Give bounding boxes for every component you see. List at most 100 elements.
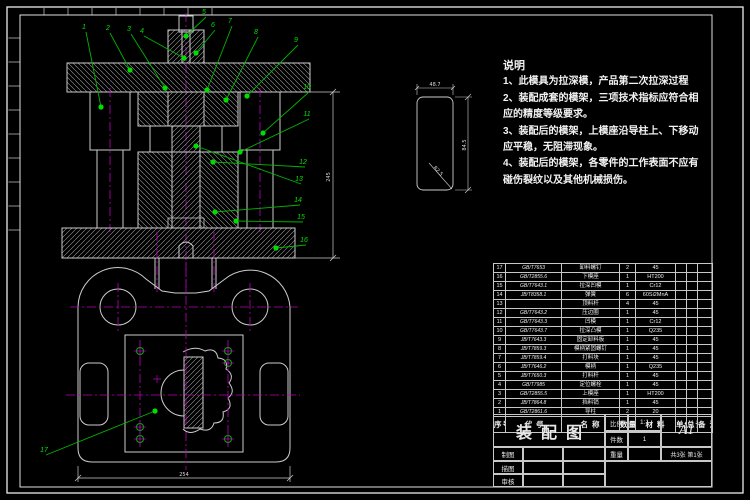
section-view: 245 — [62, 13, 340, 293]
parts-cell: 顶料杆 — [562, 300, 620, 309]
balloon-number: 15 — [297, 214, 305, 221]
svg-text:245: 245 — [326, 172, 332, 182]
parts-cell — [676, 318, 687, 327]
svg-text:R2.5: R2.5 — [432, 165, 444, 177]
parts-cell — [676, 345, 687, 354]
clamp-slot-right — [260, 363, 288, 425]
parts-cell: 卸料螺钉 — [562, 264, 620, 273]
sheet-size: A1 — [661, 414, 712, 447]
parts-cell — [676, 273, 687, 282]
parts-cell — [698, 354, 713, 363]
title-block: 装配图 比例 1:1 A1 件数 1 制图 重量 共3张 第1张 描图 审核 — [493, 414, 712, 487]
scale-value: 1:1 — [628, 414, 661, 431]
notes-title: 说明 — [503, 58, 711, 74]
parts-row: 5JB/T7650.3打料杆145 — [494, 372, 713, 381]
parts-cell — [698, 399, 713, 408]
parts-cell: Cr12 — [636, 318, 676, 327]
note-line: 4、装配后的模架，各零件的工作表面不应有 — [503, 156, 711, 172]
parts-cell — [687, 300, 698, 309]
parts-row: 6JB/T7646.2模柄1Q235 — [494, 363, 713, 372]
leader-dot — [223, 97, 228, 102]
parts-cell: 1 — [620, 336, 636, 345]
parts-cell — [687, 273, 698, 282]
parts-cell — [676, 336, 687, 345]
parts-cell — [698, 372, 713, 381]
checked-label: 审核 — [493, 474, 523, 487]
section-height-dimension: 245 — [295, 89, 340, 261]
parts-row: 11GB/T7643.3凹模1Cr12 — [494, 318, 713, 327]
parts-cell: JB/T8358.1 — [506, 291, 562, 300]
parts-cell — [698, 381, 713, 390]
parts-cell: 压边圈 — [562, 309, 620, 318]
leader-dot — [193, 143, 198, 148]
parts-cell: 60Si2MnA — [636, 291, 676, 300]
parts-cell — [698, 309, 713, 318]
parts-cell: GB/T7643.3 — [506, 318, 562, 327]
note-line: 1、此模具为拉深模，产品第二次拉深过程 — [503, 74, 711, 90]
leader-line — [263, 92, 309, 133]
parts-cell: 打料块 — [562, 354, 620, 363]
parts-cell: 2 — [494, 399, 506, 408]
parts-cell: JB/T7864.8 — [506, 399, 562, 408]
parts-cell — [676, 372, 687, 381]
parts-cell: 模柄紧固螺钉 — [562, 345, 620, 354]
parts-cell: 45 — [636, 399, 676, 408]
parts-row: 16GB/T2855.6下模座1HT200 — [494, 273, 713, 282]
drawn-name-cell — [523, 447, 563, 461]
parts-cell — [676, 399, 687, 408]
parts-cell: JB/T7643.3 — [506, 336, 562, 345]
leader-line — [236, 221, 303, 222]
balloon-number: 1 — [82, 24, 86, 31]
parts-cell: Q235 — [636, 327, 676, 336]
parts-cell — [687, 354, 698, 363]
note-line: 2、装配成套的模架，三项技术指标应符合相 — [503, 91, 711, 107]
parts-cell: HT200 — [636, 390, 676, 399]
clamp-slot-left — [80, 363, 108, 425]
parts-row: 4GB/T7985定位螺栓145 — [494, 381, 713, 390]
leader-dot — [212, 209, 217, 214]
parts-row: 12GB/T7643.2压边圈145 — [494, 309, 713, 318]
parts-cell: 定位螺栓 — [562, 381, 620, 390]
parts-cell: 14 — [494, 291, 506, 300]
parts-cell: GB/T7643.7 — [506, 327, 562, 336]
parts-cell: 1 — [620, 327, 636, 336]
leader-dot — [244, 93, 249, 98]
balloon-number: 9 — [294, 37, 298, 44]
parts-cell: 6 — [494, 363, 506, 372]
drawing-title: 装配图 — [493, 414, 605, 447]
parts-cell — [698, 291, 713, 300]
parts-cell — [676, 327, 687, 336]
parts-cell: JB/T7646.2 — [506, 363, 562, 372]
notes-block: 说明 1、此模具为拉深模，产品第二次拉深过程2、装配成套的模架，三项技术指标应符… — [503, 58, 711, 189]
parts-cell — [698, 336, 713, 345]
parts-cell — [676, 264, 687, 273]
parts-cell: 45 — [636, 264, 676, 273]
drawing-punch — [172, 126, 200, 228]
leader-dot — [273, 245, 278, 250]
parts-cell: GB/T7643.1 — [506, 282, 562, 291]
leader-dot — [237, 149, 242, 154]
parts-cell: 45 — [636, 300, 676, 309]
parts-cell — [687, 345, 698, 354]
parts-row: 2JB/T7864.8挡料销145 — [494, 399, 713, 408]
parts-row: 9JB/T7643.3固定卸料板145 — [494, 336, 713, 345]
parts-cell: 45 — [636, 336, 676, 345]
parts-cell — [676, 390, 687, 399]
parts-cell — [687, 291, 698, 300]
parts-cell: 4 — [620, 300, 636, 309]
parts-cell — [676, 309, 687, 318]
parts-cell: 4 — [494, 381, 506, 390]
parts-cell: 5 — [494, 372, 506, 381]
parts-cell: GB/T7643.2 — [506, 309, 562, 318]
parts-cell: GB/T7985 — [506, 381, 562, 390]
parts-cell: 凹模 — [562, 318, 620, 327]
parts-cell — [676, 291, 687, 300]
balloon-number: 17 — [40, 447, 49, 454]
svg-text:254: 254 — [179, 472, 189, 478]
parts-cell — [676, 381, 687, 390]
parts-cell: 45 — [636, 345, 676, 354]
svg-text:84.5: 84.5 — [462, 139, 468, 150]
parts-cell: 11 — [494, 318, 506, 327]
parts-cell: 12 — [494, 309, 506, 318]
parts-cell: 1 — [620, 363, 636, 372]
